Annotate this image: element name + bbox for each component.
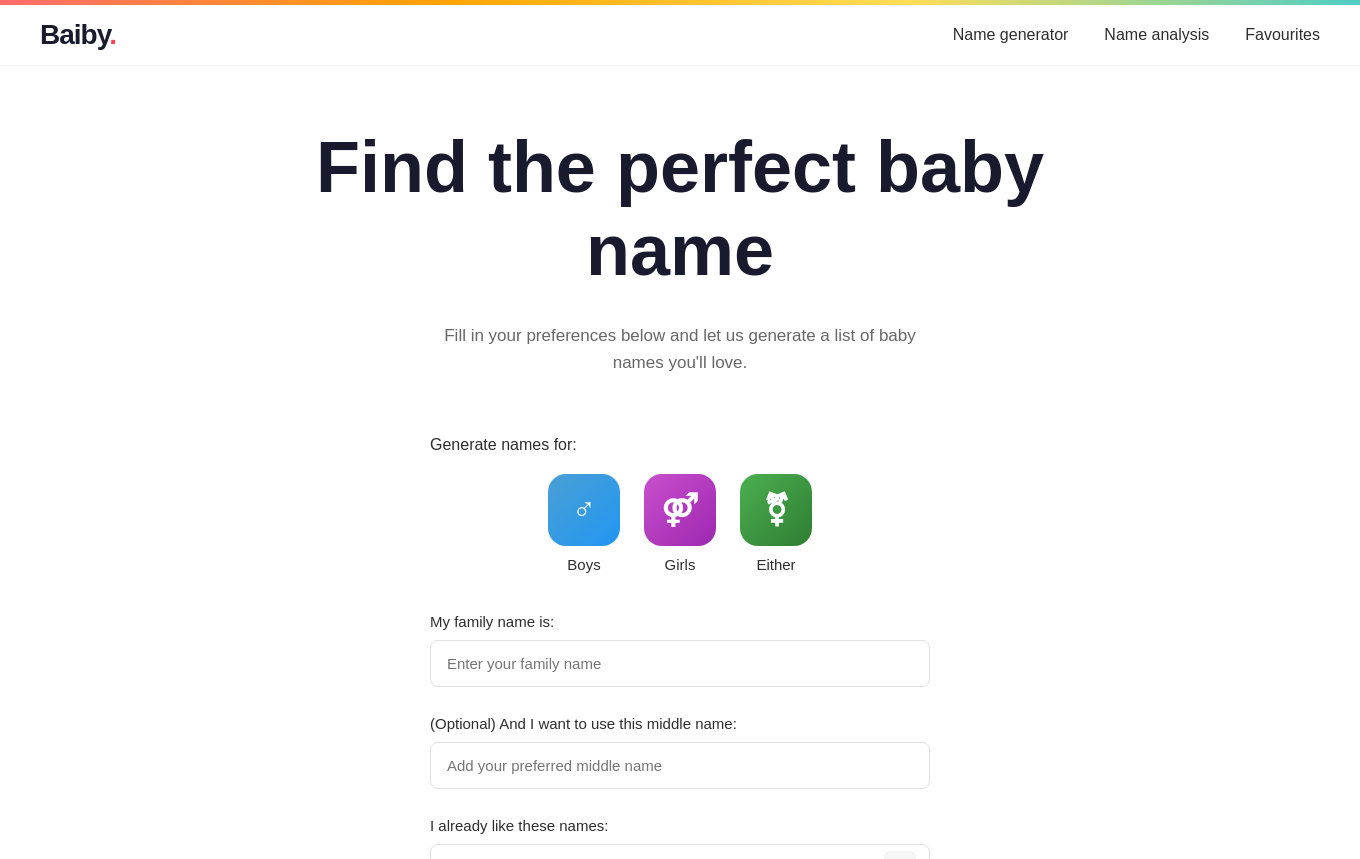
middle-name-group: (Optional) And I want to use this middle… [430, 715, 930, 789]
girls-label: Girls [665, 556, 696, 573]
girls-symbol: ⚤ [661, 491, 699, 529]
form-section: Generate names for: ♂ Boys ⚤ Girls ⚧ Eit… [410, 416, 950, 859]
middle-name-input[interactable] [430, 742, 930, 789]
navbar: Baiby. Name generator Name analysis Favo… [0, 5, 1360, 66]
nav-favourites[interactable]: Favourites [1245, 26, 1320, 43]
family-name-group: My family name is: [430, 613, 930, 687]
gender-option-boys[interactable]: ♂ Boys [548, 474, 620, 573]
middle-name-label: (Optional) And I want to use this middle… [430, 715, 930, 732]
hero-section: Find the perfect baby name Fill in your … [0, 66, 1360, 416]
either-symbol: ⚧ [763, 491, 790, 529]
gender-selector: ♂ Boys ⚤ Girls ⚧ Either [430, 474, 930, 573]
nav-name-generator[interactable]: Name generator [953, 26, 1069, 43]
gender-option-girls[interactable]: ⚤ Girls [644, 474, 716, 573]
gender-option-either[interactable]: ⚧ Either [740, 474, 812, 573]
hero-subtitle: Fill in your preferences below and let u… [420, 322, 940, 376]
hero-title: Find the perfect baby name [305, 126, 1055, 292]
family-name-input[interactable] [430, 640, 930, 687]
liked-names-label: I already like these names: [430, 817, 930, 834]
logo-dot: . [109, 19, 116, 50]
nav-name-analysis[interactable]: Name analysis [1104, 26, 1209, 43]
liked-names-select[interactable]: Select... [430, 844, 930, 859]
boys-label: Boys [567, 556, 600, 573]
family-name-label: My family name is: [430, 613, 930, 630]
boys-symbol: ♂ [572, 491, 596, 528]
girls-icon: ⚤ [644, 474, 716, 546]
nav-links: Name generator Name analysis Favourites [953, 26, 1320, 44]
liked-names-select-wrapper: Select... ⌄ [430, 844, 930, 859]
generate-label: Generate names for: [430, 436, 930, 454]
either-label: Either [756, 556, 795, 573]
either-icon: ⚧ [740, 474, 812, 546]
boys-icon: ♂ [548, 474, 620, 546]
logo[interactable]: Baiby. [40, 19, 116, 51]
liked-names-group: I already like these names: Select... ⌄ [430, 817, 930, 859]
